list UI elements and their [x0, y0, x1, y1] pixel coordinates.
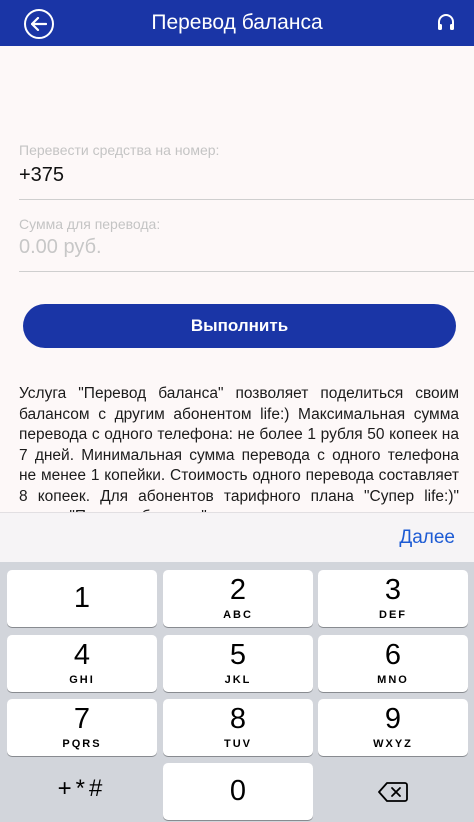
- next-button[interactable]: Далее: [399, 527, 455, 549]
- key-9[interactable]: 9 WXYZ: [318, 699, 468, 756]
- key-digit: 4: [73, 639, 91, 671]
- key-letters: DEF: [379, 609, 407, 621]
- key-digit: 6: [384, 639, 402, 671]
- key-digit: 0: [229, 775, 247, 807]
- transfer-form: Перевести средства на номер: Сумма для п…: [0, 46, 474, 512]
- keyboard-toolbar: Далее: [0, 512, 474, 562]
- key-8[interactable]: 8 TUV: [163, 699, 313, 756]
- phone-field-underline: [19, 199, 474, 200]
- key-digit: 9: [384, 703, 402, 735]
- page-title: Перевод баланса: [151, 11, 323, 34]
- key-digit: 8: [229, 703, 247, 735]
- key-digit: 3: [384, 574, 402, 606]
- key-digit: 7: [73, 703, 91, 735]
- key-letters: GHI: [69, 674, 95, 686]
- key-letters: MNO: [377, 674, 409, 686]
- key-letters: ABC: [223, 609, 253, 621]
- key-symbols[interactable]: +*#: [7, 763, 157, 820]
- backspace-icon: [378, 782, 408, 802]
- navigation-bar: Перевод баланса: [0, 0, 474, 46]
- key-digit: 1: [73, 582, 91, 614]
- support-button[interactable]: [436, 13, 456, 33]
- key-4[interactable]: 4 GHI: [7, 635, 157, 692]
- submit-button[interactable]: Выполнить: [23, 304, 456, 348]
- key-delete[interactable]: [318, 763, 468, 820]
- key-letters: PQRS: [62, 738, 102, 750]
- key-5[interactable]: 5 JKL: [163, 635, 313, 692]
- headset-icon: [438, 14, 454, 30]
- key-6[interactable]: 6 MNO: [318, 635, 468, 692]
- key-letters: WXYZ: [373, 738, 413, 750]
- phone-number-input[interactable]: [19, 164, 455, 187]
- amount-input[interactable]: [19, 236, 455, 259]
- key-digit: 5: [229, 639, 247, 671]
- numeric-keypad: 1 2 ABC 3 DEF 4 GHI 5 JKL 6 MNO 7 PQRS 8…: [0, 562, 474, 822]
- key-symbols-label: +*#: [57, 775, 107, 802]
- key-1[interactable]: 1: [7, 570, 157, 627]
- key-2[interactable]: 2 ABC: [163, 570, 313, 627]
- amount-field-underline: [19, 271, 474, 272]
- key-7[interactable]: 7 PQRS: [7, 699, 157, 756]
- service-description: Услуга "Перевод баланса" позволяет подел…: [19, 385, 459, 512]
- phone-field-label: Перевести средства на номер:: [19, 142, 220, 158]
- key-3[interactable]: 3 DEF: [318, 570, 468, 627]
- key-digit: 2: [229, 574, 247, 606]
- key-letters: TUV: [224, 738, 252, 750]
- key-0[interactable]: 0: [163, 763, 313, 820]
- key-letters: JKL: [224, 674, 252, 686]
- amount-field-label: Сумма для перевода:: [19, 216, 161, 232]
